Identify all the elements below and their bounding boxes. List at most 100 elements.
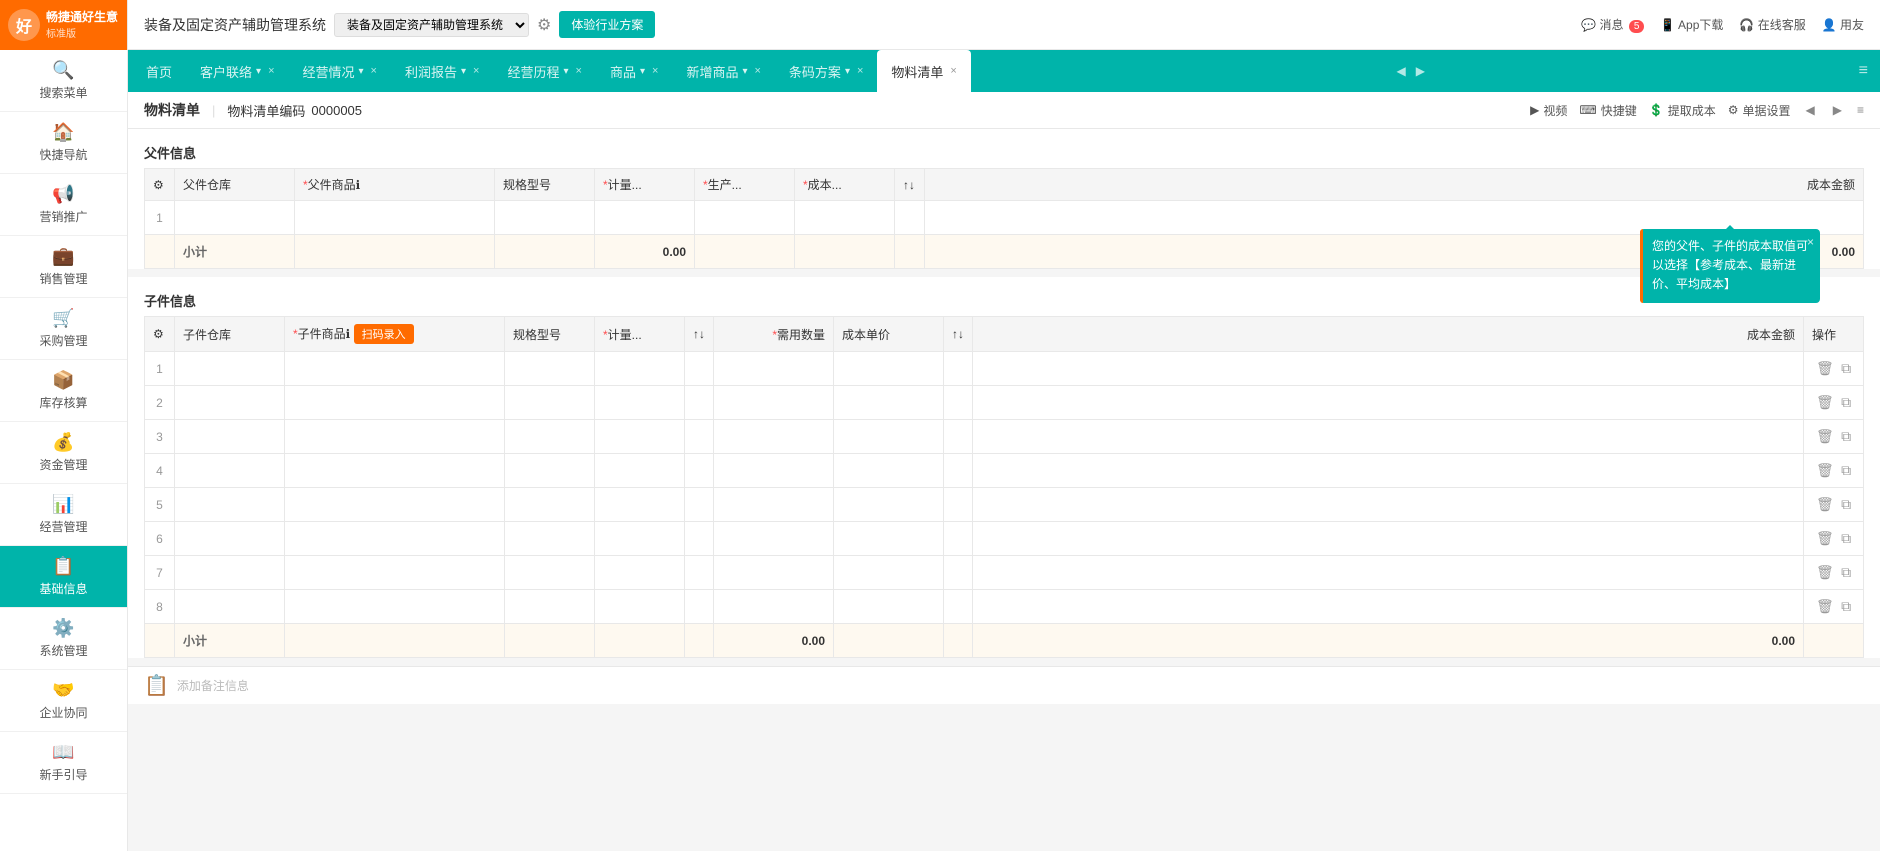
child-cost-unit-cell[interactable] (834, 454, 944, 488)
delete-icon[interactable]: 🗑 (1816, 564, 1834, 580)
close-tab-bom[interactable]: × (950, 65, 956, 77)
child-goods-cell[interactable] (285, 488, 505, 522)
close-tab-customer[interactable]: × (268, 65, 274, 77)
child-unit-cell[interactable] (595, 420, 685, 454)
child-spec-cell[interactable] (505, 420, 595, 454)
child-sort2-cell[interactable] (944, 386, 973, 420)
tab-goods[interactable]: 商品 ▾ × (596, 50, 672, 92)
child-goods-cell[interactable] (285, 556, 505, 590)
copy-icon[interactable]: ⧉ (1841, 394, 1851, 410)
page-nav-prev[interactable]: ◀ (1803, 103, 1818, 117)
child-sort-cell[interactable] (685, 386, 714, 420)
close-tab-goods[interactable]: × (652, 65, 658, 77)
user-avatar[interactable]: 👤 用友 (1822, 16, 1864, 33)
delete-icon[interactable]: 🗑 (1816, 360, 1834, 376)
child-cost-unit-cell[interactable] (834, 352, 944, 386)
close-tab-barcode[interactable]: × (857, 65, 863, 77)
copy-icon[interactable]: ⧉ (1841, 462, 1851, 478)
child-spec-cell[interactable] (505, 352, 595, 386)
child-sort-cell[interactable] (685, 454, 714, 488)
child-warehouse-cell[interactable] (175, 352, 285, 386)
child-goods-cell[interactable] (285, 590, 505, 624)
delete-icon[interactable]: 🗑 (1816, 428, 1834, 444)
delete-icon[interactable]: 🗑 (1816, 530, 1834, 546)
child-sort2-cell[interactable] (944, 420, 973, 454)
sidebar-item-guide[interactable]: 📖 新手引导 (0, 732, 127, 794)
close-tab-new-goods[interactable]: × (754, 65, 760, 77)
sidebar-item-operations[interactable]: 📊 经营管理 (0, 484, 127, 546)
parent-warehouse-cell[interactable] (175, 201, 295, 235)
sidebar-item-marketing[interactable]: 📢 营销推广 (0, 174, 127, 236)
sidebar-item-quick-nav[interactable]: 🏠 快捷导航 (0, 112, 127, 174)
sidebar-item-basic-info[interactable]: 📋 基础信息 (0, 546, 127, 608)
child-unit-cell[interactable] (595, 352, 685, 386)
child-sort2-cell[interactable] (944, 590, 973, 624)
child-warehouse-cell[interactable] (175, 590, 285, 624)
child-warehouse-cell[interactable] (175, 386, 285, 420)
child-spec-cell[interactable] (505, 522, 595, 556)
child-sort2-cell[interactable] (944, 488, 973, 522)
child-spec-cell[interactable] (505, 488, 595, 522)
single-settings-action[interactable]: ⚙ 单据设置 (1728, 102, 1791, 119)
delete-icon[interactable]: 🗑 (1816, 496, 1834, 512)
child-goods-cell[interactable] (285, 454, 505, 488)
parent-unit-cell[interactable] (595, 201, 695, 235)
child-qty-cell[interactable] (714, 522, 834, 556)
child-unit-cell[interactable] (595, 522, 685, 556)
tab-home[interactable]: 首页 (132, 50, 186, 92)
copy-icon[interactable]: ⧉ (1841, 564, 1851, 580)
online-service-btn[interactable]: 🎧 在线客服 (1739, 16, 1805, 33)
sidebar-item-enterprise[interactable]: 🤝 企业协同 (0, 670, 127, 732)
close-tab-profit[interactable]: × (473, 65, 479, 77)
child-qty-cell[interactable] (714, 590, 834, 624)
sidebar-item-system[interactable]: ⚙️ 系统管理 (0, 608, 127, 670)
child-qty-cell[interactable] (714, 352, 834, 386)
child-unit-cell[interactable] (595, 488, 685, 522)
parent-col-sort[interactable]: ↑↓ (895, 169, 925, 201)
parent-spec-cell[interactable] (495, 201, 595, 235)
parent-goods-cell[interactable] (295, 201, 495, 235)
copy-icon[interactable]: ⧉ (1841, 360, 1851, 376)
child-unit-cell[interactable] (595, 386, 685, 420)
close-all-tabs[interactable]: ≡ (1851, 62, 1876, 80)
child-sort2-cell[interactable] (944, 556, 973, 590)
child-cost-unit-cell[interactable] (834, 590, 944, 624)
sidebar-item-search[interactable]: 🔍 搜索菜单 (0, 50, 127, 112)
tab-bom[interactable]: 物料清单 × (877, 50, 970, 92)
parent-col-settings[interactable]: ⚙ (145, 169, 175, 201)
child-sort2-cell[interactable] (944, 352, 973, 386)
child-qty-cell[interactable] (714, 556, 834, 590)
menu-icon[interactable]: ≡ (1857, 103, 1864, 117)
child-warehouse-cell[interactable] (175, 488, 285, 522)
nav-next-arrow[interactable]: ▶ (1413, 64, 1428, 78)
message-btn[interactable]: 💬 消息 5 (1581, 16, 1644, 33)
child-cost-unit-cell[interactable] (834, 488, 944, 522)
child-spec-cell[interactable] (505, 556, 595, 590)
nav-prev-arrow[interactable]: ◀ (1394, 64, 1409, 78)
view-action[interactable]: ▶ 视频 (1530, 102, 1567, 119)
child-sort-cell[interactable] (685, 420, 714, 454)
shortcut-action[interactable]: ⌨ 快捷键 (1579, 102, 1636, 119)
child-sort-cell[interactable] (685, 522, 714, 556)
child-col-settings[interactable]: ⚙ (145, 317, 175, 352)
child-cost-unit-cell[interactable] (834, 556, 944, 590)
child-cost-unit-cell[interactable] (834, 522, 944, 556)
child-cost-unit-cell[interactable] (834, 420, 944, 454)
child-goods-cell[interactable] (285, 522, 505, 556)
child-unit-cell[interactable] (595, 590, 685, 624)
child-goods-cell[interactable] (285, 420, 505, 454)
copy-icon[interactable]: ⧉ (1841, 530, 1851, 546)
child-unit-cell[interactable] (595, 556, 685, 590)
child-col-sort2[interactable]: ↑↓ (944, 317, 973, 352)
child-goods-cell[interactable] (285, 352, 505, 386)
tab-barcode[interactable]: 条码方案 ▾ × (775, 50, 877, 92)
child-unit-cell[interactable] (595, 454, 685, 488)
system-select[interactable]: 装备及固定资产辅助管理系统 (334, 13, 529, 37)
child-warehouse-cell[interactable] (175, 420, 285, 454)
child-spec-cell[interactable] (505, 590, 595, 624)
tab-new-goods[interactable]: 新增商品 ▾ × (672, 50, 774, 92)
tab-history[interactable]: 经营历程 ▾ × (493, 50, 595, 92)
tab-profit[interactable]: 利润报告 ▾ × (391, 50, 493, 92)
child-qty-cell[interactable] (714, 454, 834, 488)
note-icon[interactable]: 📋 (144, 673, 169, 698)
